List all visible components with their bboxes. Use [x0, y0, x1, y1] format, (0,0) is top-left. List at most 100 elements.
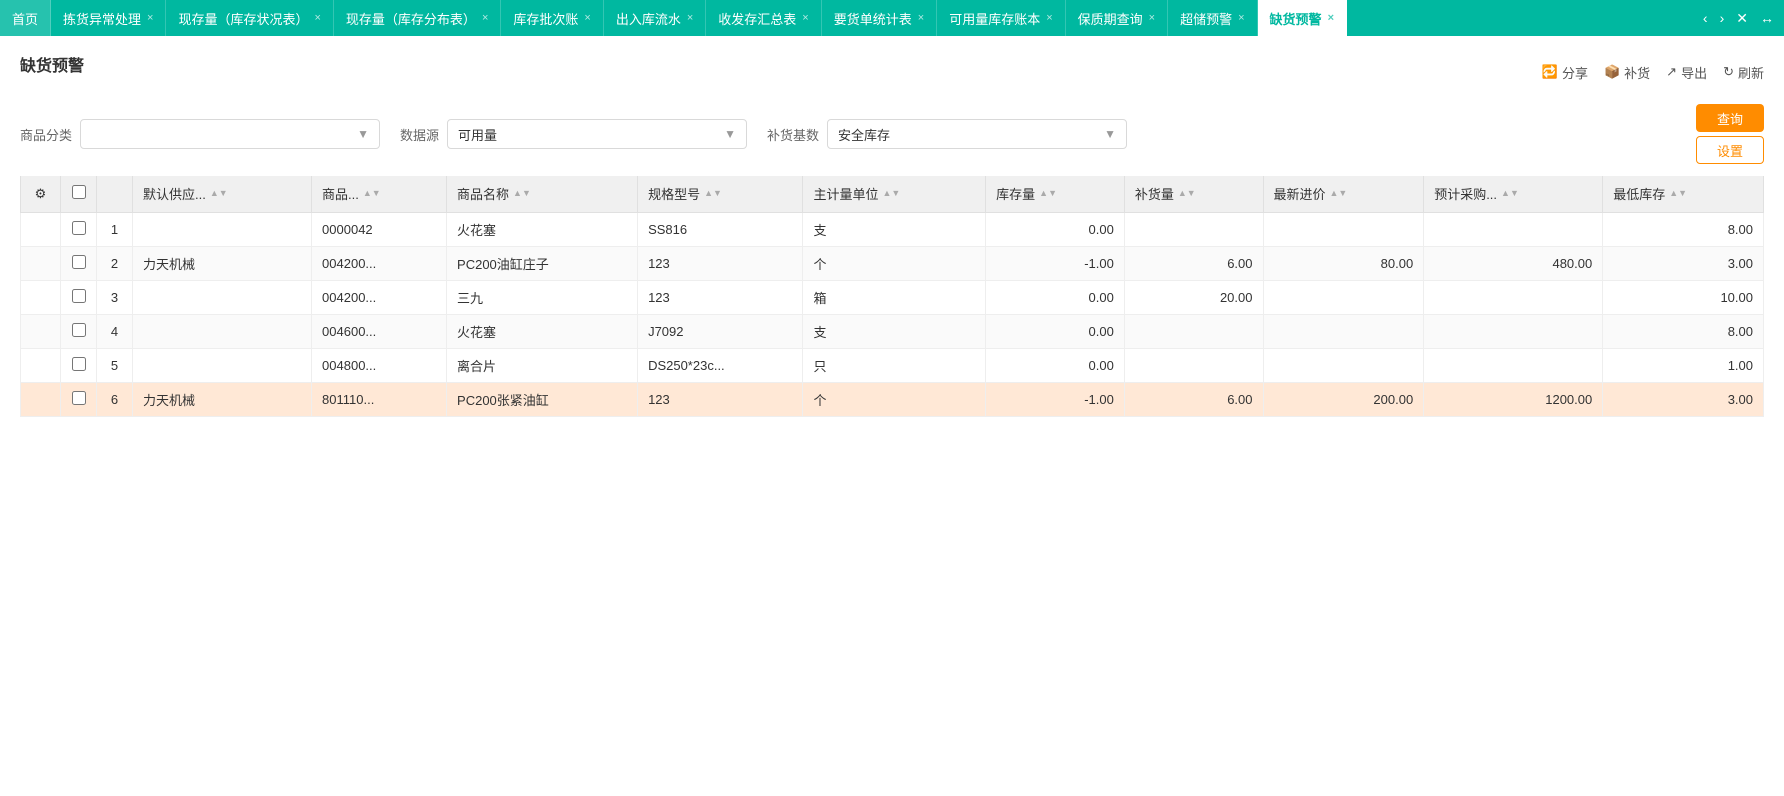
tab-close-icon[interactable]: × — [584, 12, 590, 24]
row-seq: 4 — [97, 314, 133, 348]
col-stock-qty[interactable]: 库存量 ▲▼ — [986, 176, 1125, 212]
nav-tab-要货单统计表[interactable]: 要货单统计表× — [822, 0, 937, 36]
row-checkbox[interactable] — [72, 357, 86, 371]
nav-tab-现存量-库存分布表-[interactable]: 现存量（库存分布表）× — [334, 0, 501, 36]
refresh-action[interactable]: ↻ 刷新 — [1723, 63, 1764, 82]
sort-icon-replenish: ▲▼ — [1178, 189, 1196, 198]
replenish-action[interactable]: 📦 补货 — [1604, 63, 1650, 82]
row-spec: SS816 — [638, 212, 803, 246]
row-unit: 支 — [803, 212, 986, 246]
share-icon: 🔁 — [1542, 64, 1558, 80]
sort-icon-name: ▲▼ — [513, 189, 531, 198]
nav-close-button[interactable]: ✕ — [1730, 0, 1754, 36]
page-header: 缺货预警 🔁 分享 📦 补货 ↗ 导出 ↻ 刷新 — [20, 52, 1764, 92]
row-checkbox[interactable] — [72, 323, 86, 337]
table-row: 2力天机械004200...PC200油缸庄子123个-1.006.0080.0… — [21, 246, 1764, 280]
col-min-stock[interactable]: 最低库存 ▲▼ — [1603, 176, 1764, 212]
col-unit[interactable]: 主计量单位 ▲▼ — [803, 176, 986, 212]
nav-tab-缺货预警[interactable]: 缺货预警× — [1258, 0, 1347, 36]
replenish-base-label: 补货基数 — [767, 125, 819, 144]
category-arrow-icon: ▼ — [357, 127, 369, 141]
row-checkbox[interactable] — [72, 391, 86, 405]
col-spec[interactable]: 规格型号 ▲▼ — [638, 176, 803, 212]
nav-fullscreen-button[interactable]: ↔ — [1754, 0, 1780, 36]
col-default-supplier[interactable]: 默认供应... ▲▼ — [133, 176, 312, 212]
nav-tab-拣货异常处理[interactable]: 拣货异常处理× — [51, 0, 166, 36]
sort-icon-spec: ▲▼ — [704, 189, 722, 198]
row-seq: 5 — [97, 348, 133, 382]
nav-tab-可用量库存账本[interactable]: 可用量库存账本× — [937, 0, 1065, 36]
row-settings-cell — [21, 212, 61, 246]
nav-prev-button[interactable]: ‹ — [1697, 0, 1714, 36]
row-estimated-purchase — [1424, 280, 1603, 314]
tab-close-icon[interactable]: × — [918, 12, 924, 24]
query-button[interactable]: 查询 — [1696, 104, 1764, 132]
row-supplier: 力天机械 — [133, 382, 312, 416]
row-checkbox-cell — [61, 314, 97, 348]
row-product-code: 0000042 — [312, 212, 447, 246]
row-checkbox[interactable] — [72, 221, 86, 235]
nav-tab-收发存汇总表[interactable]: 收发存汇总表× — [706, 0, 821, 36]
row-checkbox[interactable] — [72, 289, 86, 303]
replenish-base-select[interactable]: 安全库存 ▼ — [827, 119, 1127, 149]
row-spec: 123 — [638, 280, 803, 314]
datasource-select[interactable]: 可用量 ▼ — [447, 119, 747, 149]
row-checkbox-cell — [61, 280, 97, 314]
tab-close-icon[interactable]: × — [687, 12, 693, 24]
row-replenish-qty: 6.00 — [1124, 382, 1263, 416]
nav-tab-首页[interactable]: 首页 — [0, 0, 51, 36]
row-latest-price — [1263, 314, 1424, 348]
col-product-code[interactable]: 商品... ▲▼ — [312, 176, 447, 212]
col-checkbox — [61, 176, 97, 212]
category-filter-group: 商品分类 ▼ — [20, 119, 380, 149]
tab-close-icon[interactable]: × — [482, 12, 488, 24]
row-min-stock: 10.00 — [1603, 280, 1764, 314]
row-min-stock: 3.00 — [1603, 246, 1764, 280]
settings-button[interactable]: 设置 — [1696, 136, 1764, 164]
tab-close-icon[interactable]: × — [147, 12, 153, 24]
nav-tab-出入库流水[interactable]: 出入库流水× — [604, 0, 706, 36]
row-supplier — [133, 348, 312, 382]
share-action[interactable]: 🔁 分享 — [1542, 63, 1588, 82]
row-checkbox[interactable] — [72, 255, 86, 269]
datasource-arrow-icon: ▼ — [724, 127, 736, 141]
col-estimated-purchase[interactable]: 预计采购... ▲▼ — [1424, 176, 1603, 212]
tab-close-icon[interactable]: × — [1238, 12, 1244, 24]
row-spec: DS250*23c... — [638, 348, 803, 382]
nav-tab-超储预警[interactable]: 超储预警× — [1168, 0, 1257, 36]
row-latest-price — [1263, 348, 1424, 382]
nav-tab-保质期查询[interactable]: 保质期查询× — [1066, 0, 1168, 36]
row-min-stock: 3.00 — [1603, 382, 1764, 416]
row-replenish-qty — [1124, 314, 1263, 348]
tab-close-icon[interactable]: × — [314, 12, 320, 24]
row-min-stock: 1.00 — [1603, 348, 1764, 382]
nav-next-button[interactable]: › — [1714, 0, 1731, 36]
export-action[interactable]: ↗ 导出 — [1666, 63, 1707, 82]
category-label: 商品分类 — [20, 125, 72, 144]
row-settings-cell — [21, 314, 61, 348]
category-select[interactable]: ▼ — [80, 119, 380, 149]
tab-close-icon[interactable]: × — [1149, 12, 1155, 24]
nav-tab-现存量-库存状况表-[interactable]: 现存量（库存状况表）× — [166, 0, 333, 36]
header-actions: 🔁 分享 📦 补货 ↗ 导出 ↻ 刷新 — [1542, 63, 1764, 82]
col-settings[interactable]: ⚙ — [21, 176, 61, 212]
table-row: 6力天机械801110...PC200张紧油缸123个-1.006.00200.… — [21, 382, 1764, 416]
tab-close-icon[interactable]: × — [1328, 12, 1334, 24]
row-checkbox-cell — [61, 246, 97, 280]
table-row: 10000042火花塞SS816支0.008.00 — [21, 212, 1764, 246]
col-replenish-qty[interactable]: 补货量 ▲▼ — [1124, 176, 1263, 212]
row-min-stock: 8.00 — [1603, 314, 1764, 348]
row-product-name: 三九 — [447, 280, 638, 314]
tab-close-icon[interactable]: × — [1046, 12, 1052, 24]
row-product-name: PC200油缸庄子 — [447, 246, 638, 280]
row-stock-qty: -1.00 — [986, 246, 1125, 280]
row-unit: 支 — [803, 314, 986, 348]
sort-icon-estimated: ▲▼ — [1501, 189, 1519, 198]
nav-tab-库存批次账[interactable]: 库存批次账× — [501, 0, 603, 36]
tab-close-icon[interactable]: × — [802, 12, 808, 24]
select-all-checkbox[interactable] — [72, 185, 86, 199]
col-latest-price[interactable]: 最新进价 ▲▼ — [1263, 176, 1424, 212]
row-checkbox-cell — [61, 382, 97, 416]
row-supplier — [133, 314, 312, 348]
col-product-name[interactable]: 商品名称 ▲▼ — [447, 176, 638, 212]
